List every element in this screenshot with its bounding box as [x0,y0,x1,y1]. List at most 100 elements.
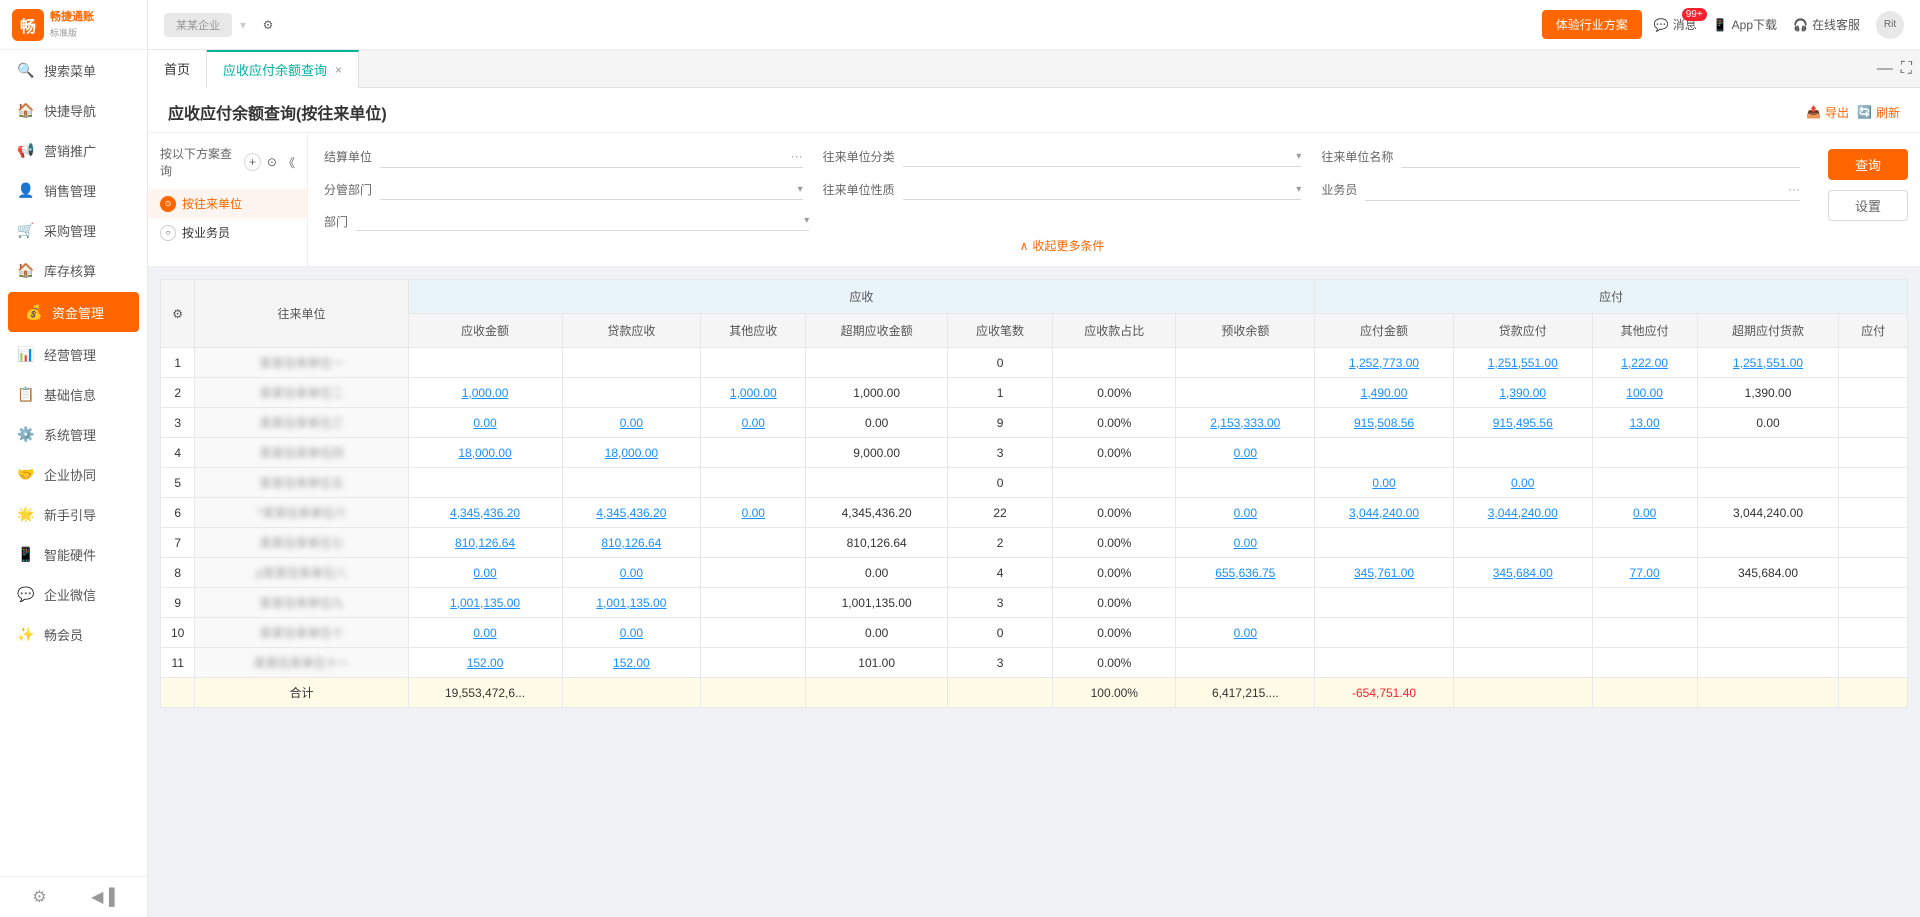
sidebar-item-inventory[interactable]: 🏠 库存核算 [0,250,147,290]
sidebar-item-sales[interactable]: 👤 销售管理 [0,170,147,210]
partner-category-select[interactable]: ▾ [903,147,1302,167]
table-row: 11 某某往来单位十一 152.00 152.00 101.00 3 0.00% [161,648,1908,678]
row-ar-prepaid[interactable]: 0.00 [1176,438,1315,468]
sidebar-item-search-menu[interactable]: 🔍 搜索菜单 [0,50,147,90]
collapse-more-btn[interactable]: ∧ 收起更多条件 [324,237,1800,254]
filter-add-btn[interactable]: + [244,153,261,171]
row-ap-loan[interactable]: 345,684.00 [1453,558,1592,588]
footer-settings-btn[interactable]: ⚙ [32,887,46,907]
trial-btn[interactable]: 体验行业方案 [1542,10,1642,39]
row-ar-amount[interactable]: 810,126.64 [408,528,562,558]
export-btn[interactable]: 📤 导出 [1806,104,1849,121]
partner-name-field[interactable] [1401,149,1800,163]
row-ar-amount[interactable]: 0.00 [408,408,562,438]
tab-close-btn[interactable]: × [335,63,342,77]
row-ar-loan[interactable]: 152.00 [562,648,701,678]
sidebar-item-finance[interactable]: 💰 资金管理 [8,292,139,332]
sidebar-item-purchase[interactable]: 🛒 采购管理 [0,210,147,250]
row-ap-amount[interactable]: 3,044,240.00 [1315,498,1454,528]
filter-scheme-by-partner[interactable]: ⊙ 按往来单位 [148,189,307,218]
footer-collapse-btn[interactable]: ◀▐ [91,887,115,907]
sidebar-item-enterprise[interactable]: 🤝 企业协同 [0,454,147,494]
row-ap-amount[interactable]: 0.00 [1315,468,1454,498]
app-download-btn[interactable]: 📱 App下载 [1713,16,1777,33]
tab-ar-ap[interactable]: 应收应付余额查询 × [207,50,359,88]
row-ar-loan[interactable]: 18,000.00 [562,438,701,468]
sidebar-item-wechat[interactable]: 💬 企业微信 [0,574,147,614]
row-ar-prepaid[interactable]: 0.00 [1176,618,1315,648]
department-select[interactable]: ▾ [380,180,803,200]
row-ar-amount[interactable]: 1,000.00 [408,378,562,408]
row-ar-loan[interactable]: 0.00 [562,558,701,588]
query-btn[interactable]: 查询 [1828,149,1908,180]
settlement-unit-ellipsis[interactable]: ··· [791,149,803,163]
row-ar-amount[interactable]: 1,001,135.00 [408,588,562,618]
row-ap-amount[interactable]: 1,490.00 [1315,378,1454,408]
row-ap-loan[interactable]: 1,390.00 [1453,378,1592,408]
row-ar-prepaid[interactable]: 2,153,333.00 [1176,408,1315,438]
dept-select[interactable]: ▾ [356,211,809,231]
row-ap-other[interactable]: 100.00 [1592,378,1697,408]
row-ar-amount[interactable]: 152.00 [408,648,562,678]
partner-nature-select[interactable]: ▾ [903,180,1302,200]
hardware-icon: 📱 [16,544,36,564]
settlement-unit-field[interactable] [380,149,791,163]
row-ap-other[interactable]: 0.00 [1592,498,1697,528]
filter-scheme-btn[interactable]: ⊙ [267,155,277,169]
row-ar-other[interactable]: 1,000.00 [701,378,806,408]
row-ap-other[interactable]: 13.00 [1592,408,1697,438]
row-ap-loan[interactable]: 3,044,240.00 [1453,498,1592,528]
th-ar-overdue: 超期应收金额 [806,314,948,348]
row-ap-loan[interactable]: 0.00 [1453,468,1592,498]
tab-minimize-btn[interactable]: — [1877,60,1893,78]
tab-maximize-btn[interactable]: ⛶ [1901,60,1912,78]
salesman-ellipsis[interactable]: ··· [1788,182,1800,196]
total-ap-amount: -654,751.40 [1315,678,1454,708]
row-ar-loan[interactable]: 4,345,436.20 [562,498,701,528]
row-ar-other[interactable]: 0.00 [701,408,806,438]
row-ar-amount[interactable]: 0.00 [408,618,562,648]
row-ar-other[interactable]: 0.00 [701,498,806,528]
notification-btn[interactable]: 💬 消息 99+ [1654,16,1697,33]
sidebar-item-hardware[interactable]: 📱 智能硬件 [0,534,147,574]
tab-home[interactable]: 首页 [148,50,207,88]
sidebar-item-basic-info[interactable]: 📋 基础信息 [0,374,147,414]
collapse-label: 收起更多条件 [1032,237,1104,254]
filter-collapse-btn[interactable]: 《 [283,154,295,171]
row-ar-loan[interactable]: 0.00 [562,618,701,648]
row-ap-overdue[interactable]: 1,251,551.00 [1697,348,1839,378]
sidebar-item-system[interactable]: ⚙️ 系统管理 [0,414,147,454]
row-ar-loan[interactable]: 0.00 [562,408,701,438]
row-ap-other[interactable]: 77.00 [1592,558,1697,588]
settings-btn[interactable]: 设置 [1828,190,1908,221]
row-ar-amount[interactable]: 4,345,436.20 [408,498,562,528]
row-ap-loan[interactable]: 1,251,551.00 [1453,348,1592,378]
sidebar-item-member[interactable]: ✨ 畅会员 [0,614,147,654]
sidebar-item-quick-nav[interactable]: 🏠 快捷导航 [0,90,147,130]
row-ar-loan[interactable]: 1,001,135.00 [562,588,701,618]
header-settings-btn[interactable]: ⚙ [254,11,282,39]
sidebar-item-marketing[interactable]: 📢 营销推广 [0,130,147,170]
table-settings-icon[interactable]: ⚙ [172,307,183,321]
filter-scheme-by-salesman[interactable]: ○ 按业务员 [148,218,307,247]
row-ar-prepaid[interactable]: 655,636.75 [1176,558,1315,588]
row-ap-loan[interactable]: 915,495.56 [1453,408,1592,438]
partner-name-input[interactable] [1401,145,1800,168]
row-ap-amount[interactable]: 1,252,773.00 [1315,348,1454,378]
salesman-input[interactable]: ··· [1365,178,1800,201]
sidebar-item-guide[interactable]: 🌟 新手引导 [0,494,147,534]
settlement-unit-input[interactable]: ··· [380,145,803,168]
row-ap-amount[interactable]: 915,508.56 [1315,408,1454,438]
salesman-field[interactable] [1365,182,1788,196]
row-ar-prepaid[interactable]: 0.00 [1176,528,1315,558]
refresh-btn[interactable]: 🔄 刷新 [1857,104,1900,121]
row-ar-loan[interactable]: 810,126.64 [562,528,701,558]
sidebar-item-operations[interactable]: 📊 经营管理 [0,334,147,374]
user-avatar[interactable]: Rit [1876,11,1904,39]
row-ar-amount[interactable]: 18,000.00 [408,438,562,468]
row-ap-other[interactable]: 1,222.00 [1592,348,1697,378]
online-service-btn[interactable]: 🎧 在线客服 [1793,16,1860,33]
row-ar-amount[interactable]: 0.00 [408,558,562,588]
row-ar-prepaid[interactable]: 0.00 [1176,498,1315,528]
row-ap-amount[interactable]: 345,761.00 [1315,558,1454,588]
